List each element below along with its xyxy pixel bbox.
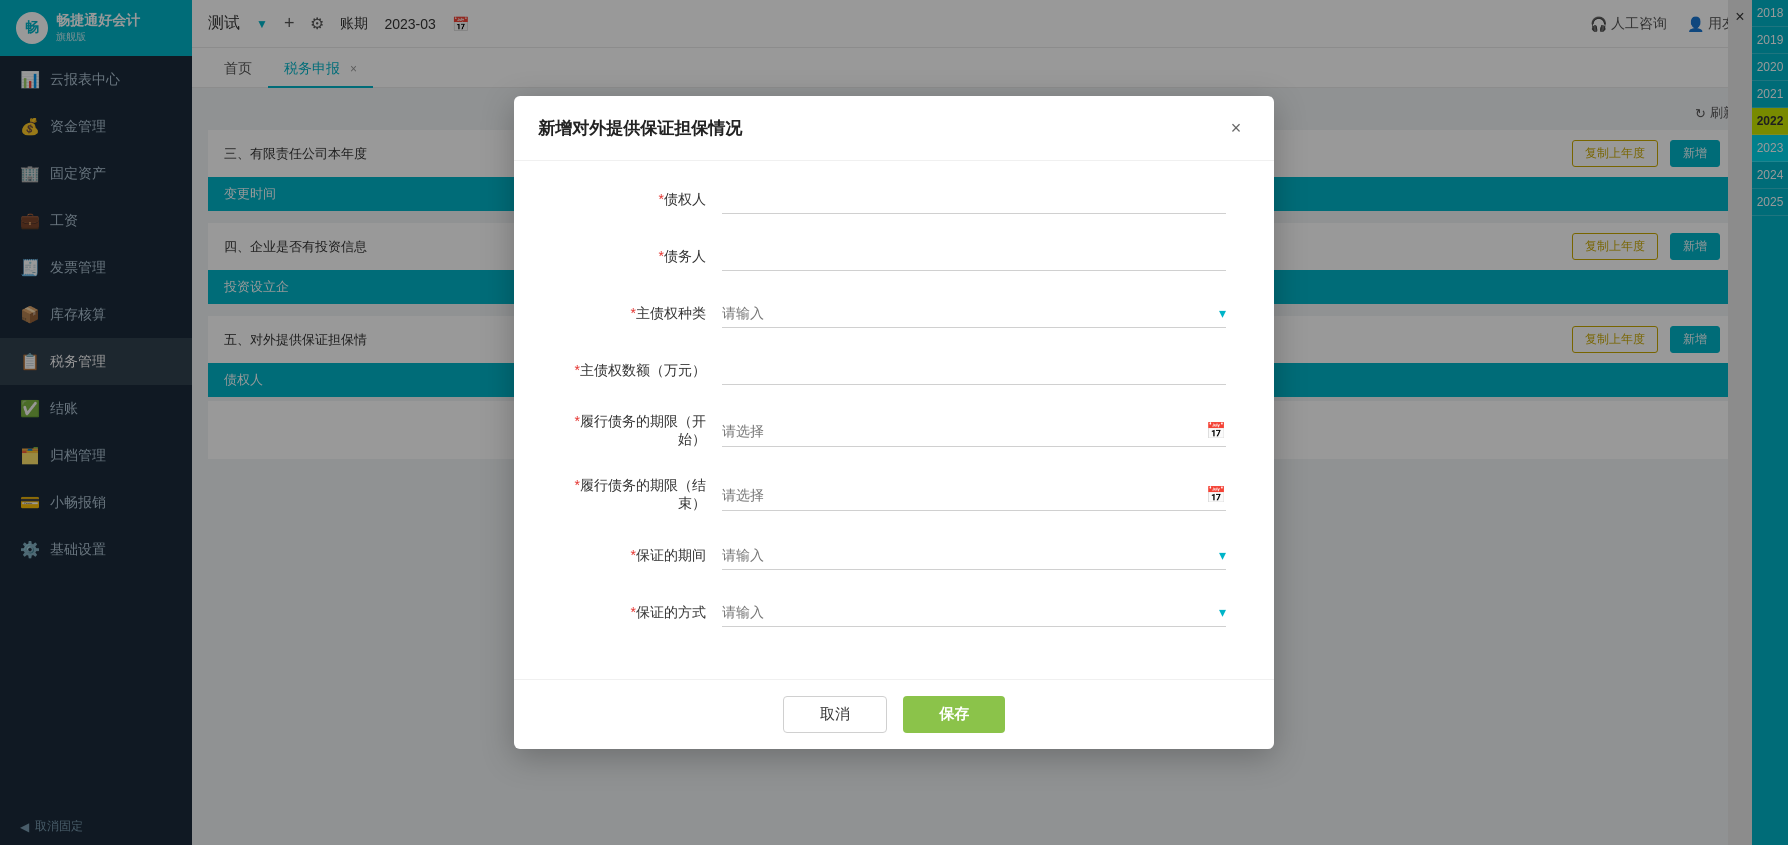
form-row-debtor: *债务人 [562,242,1226,271]
required-star-debtor: * [659,248,664,264]
input-debt-amount[interactable] [722,356,1226,385]
label-debt-type: *主债权种类 [562,305,722,323]
date-end-wrapper: 📅 [722,479,1226,511]
select-guarantee-period[interactable]: ▾ [722,541,1226,570]
select-guarantee-method[interactable]: ▾ [722,598,1226,627]
modal-title: 新增对外提供保证担保情况 [538,117,742,140]
chevron-down-icon-gmethod: ▾ [1219,604,1226,620]
required-star-start: * [575,413,580,429]
label-start-date: *履行债务的期限（开始） [562,413,722,449]
modal-dialog: 新增对外提供保证担保情况 × *债权人 *债务人 [514,96,1274,749]
label-creditor: *债权人 [562,191,722,209]
form-row-guarantee-method: *保证的方式 ▾ [562,598,1226,627]
required-star-amount: * [575,362,580,378]
save-button[interactable]: 保存 [903,696,1005,733]
label-guarantee-period: *保证的期间 [562,547,722,565]
date-start-wrapper: 📅 [722,415,1226,447]
label-debtor: *债务人 [562,248,722,266]
calendar-start-icon[interactable]: 📅 [1206,421,1226,440]
modal-footer: 取消 保存 [514,679,1274,749]
input-creditor[interactable] [722,185,1226,214]
label-guarantee-method: *保证的方式 [562,604,722,622]
select-debt-type[interactable]: ▾ [722,299,1226,328]
required-star-end: * [575,477,580,493]
input-debt-type[interactable] [722,305,1219,321]
required-star: * [659,191,664,207]
form-row-debt-type: *主债权种类 ▾ [562,299,1226,328]
form-row-guarantee-period: *保证的期间 ▾ [562,541,1226,570]
chevron-down-icon-debt-type: ▾ [1219,305,1226,321]
input-guarantee-method[interactable] [722,604,1219,620]
form-row-debt-amount: *主债权数额（万元） [562,356,1226,385]
modal-header: 新增对外提供保证担保情况 × [514,96,1274,161]
input-debtor[interactable] [722,242,1226,271]
required-star-gperiod: * [631,547,636,563]
chevron-down-icon-gperiod: ▾ [1219,547,1226,563]
modal-overlay: 新增对外提供保证担保情况 × *债权人 *债务人 [0,0,1788,845]
calendar-end-icon[interactable]: 📅 [1206,485,1226,504]
label-end-date: *履行债务的期限（结束） [562,477,722,513]
modal-close-button[interactable]: × [1222,114,1250,142]
cancel-button[interactable]: 取消 [783,696,887,733]
form-row-creditor: *债权人 [562,185,1226,214]
form-row-start-date: *履行债务的期限（开始） 📅 [562,413,1226,449]
input-end-date[interactable] [722,487,1206,503]
label-debt-amount: *主债权数额（万元） [562,362,722,380]
form-row-end-date: *履行债务的期限（结束） 📅 [562,477,1226,513]
modal-body: *债权人 *债务人 *主债权种类 [514,161,1274,679]
input-guarantee-period[interactable] [722,547,1219,563]
required-star-gmethod: * [631,604,636,620]
required-star-debt-type: * [631,305,636,321]
input-start-date[interactable] [722,423,1206,439]
